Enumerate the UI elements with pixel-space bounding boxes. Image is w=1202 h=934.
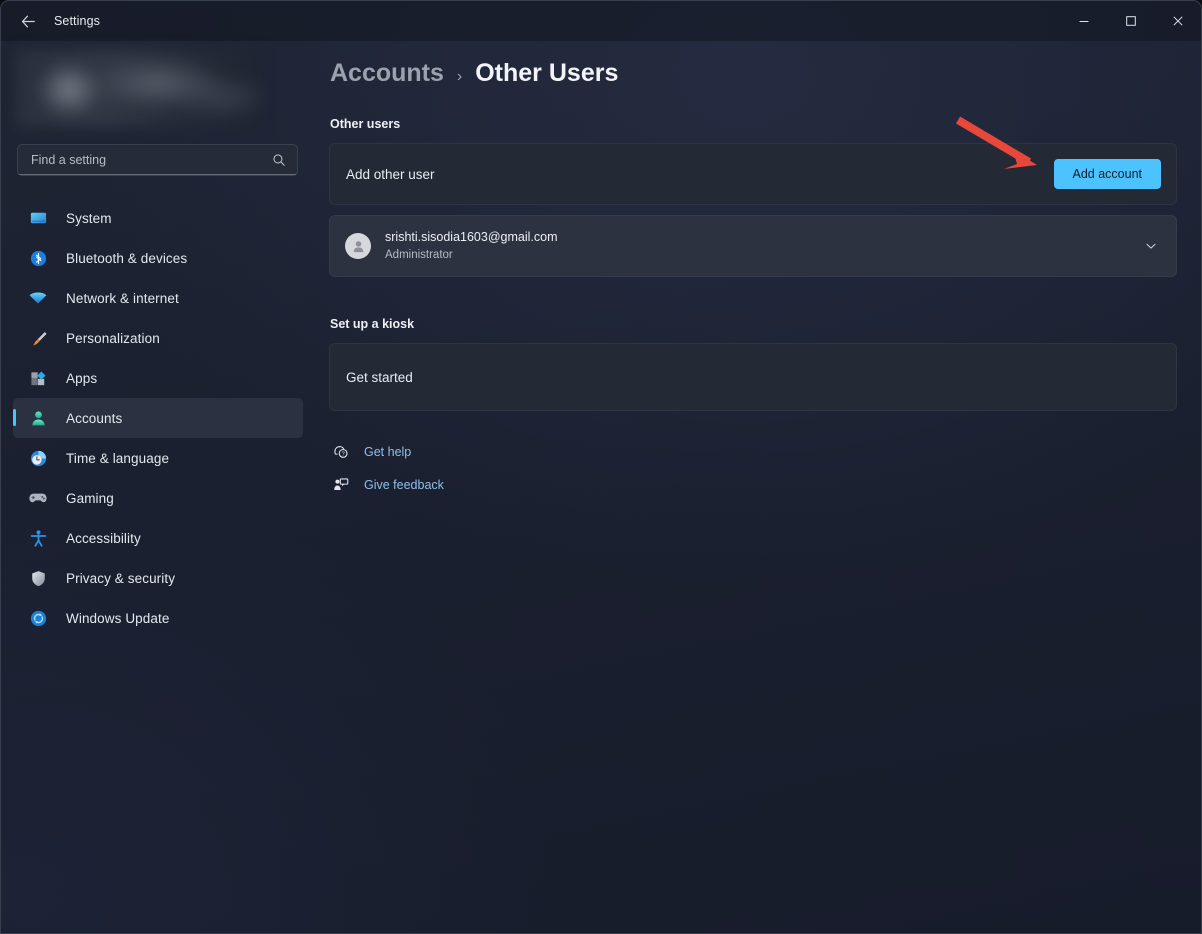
maximize-button[interactable] [1107,1,1154,41]
sidebar-nav: System Bluetooth & devices [13,198,303,638]
sidebar-item-label: Time & language [66,451,169,466]
sidebar-item-privacy-security[interactable]: Privacy & security [13,558,303,598]
add-account-button[interactable]: Add account [1054,159,1162,189]
kiosk-get-started-card[interactable]: Get started [329,343,1177,411]
svg-text:?: ? [342,451,345,457]
page-title: Other Users [475,59,618,88]
gamepad-icon [27,487,49,509]
sidebar-item-gaming[interactable]: Gaming [13,478,303,518]
breadcrumb-separator-icon: › [457,68,462,86]
sidebar-item-label: Gaming [66,491,114,506]
minimize-button[interactable] [1060,1,1107,41]
sidebar-item-apps[interactable]: Apps [13,358,303,398]
bluetooth-icon [27,247,49,269]
close-icon [1172,15,1184,27]
sidebar-item-label: Privacy & security [66,571,175,586]
feedback-icon [330,474,352,496]
sidebar-item-label: Network & internet [66,291,179,306]
footer-links: ? Get help Give feedback [330,435,444,501]
title-bar: Settings [1,1,1201,41]
search-box[interactable] [17,144,298,176]
apps-icon [27,367,49,389]
get-help-link[interactable]: ? Get help [330,435,444,468]
wifi-icon [27,287,49,309]
sidebar-item-windows-update[interactable]: Windows Update [13,598,303,638]
back-button[interactable] [11,6,45,36]
window-title: Settings [54,14,100,28]
settings-window: Settings [0,0,1202,934]
section-label-other-users: Other users [330,117,400,131]
sidebar-item-bluetooth-devices[interactable]: Bluetooth & devices [13,238,303,278]
add-other-user-label: Add other user [346,167,435,182]
breadcrumb: Accounts › Other Users [330,59,618,88]
sidebar-item-accessibility[interactable]: Accessibility [13,518,303,558]
sidebar-item-label: Personalization [66,331,160,346]
person-icon [27,407,49,429]
paintbrush-icon [27,327,49,349]
give-feedback-label: Give feedback [364,478,444,492]
breadcrumb-parent[interactable]: Accounts [330,59,444,88]
sidebar-item-personalization[interactable]: Personalization [13,318,303,358]
user-account-row[interactable]: srishti.sisodia1603@gmail.com Administra… [329,215,1177,277]
main-content: Accounts › Other Users Other users Add o… [315,41,1201,934]
sidebar-item-label: Accounts [66,411,122,426]
search-container [17,144,298,176]
search-icon[interactable] [268,153,297,167]
sidebar-item-label: System [66,211,112,226]
account-avatar-icon [345,233,371,259]
sidebar-item-label: Accessibility [66,531,141,546]
search-input[interactable] [18,153,268,167]
add-other-user-card: Add other user Add account [329,143,1177,205]
sidebar-item-system[interactable]: System [13,198,303,238]
help-icon: ? [330,441,352,463]
maximize-icon [1125,15,1137,27]
minimize-icon [1078,15,1090,27]
sidebar-item-label: Windows Update [66,611,169,626]
user-profile-blurred[interactable] [15,49,261,127]
sidebar-item-time-language[interactable]: Time & language [13,438,303,478]
sidebar: System Bluetooth & devices [1,41,315,934]
shield-icon [27,567,49,589]
kiosk-get-started-label: Get started [346,370,413,385]
sidebar-item-label: Apps [66,371,97,386]
get-help-label: Get help [364,445,411,459]
update-icon [27,607,49,629]
sidebar-item-accounts[interactable]: Accounts [13,398,303,438]
accessibility-icon [27,527,49,549]
give-feedback-link[interactable]: Give feedback [330,468,444,501]
user-meta: srishti.sisodia1603@gmail.com Administra… [385,229,557,263]
sidebar-item-network-internet[interactable]: Network & internet [13,278,303,318]
window-controls [1060,1,1201,41]
sidebar-item-label: Bluetooth & devices [66,251,187,266]
chevron-down-icon[interactable] [1144,239,1158,253]
back-arrow-icon [20,13,37,30]
monitor-icon [27,207,49,229]
close-button[interactable] [1154,1,1201,41]
user-role: Administrator [385,247,557,263]
clock-icon [27,447,49,469]
user-email: srishti.sisodia1603@gmail.com [385,229,557,245]
section-label-kiosk: Set up a kiosk [330,317,414,331]
